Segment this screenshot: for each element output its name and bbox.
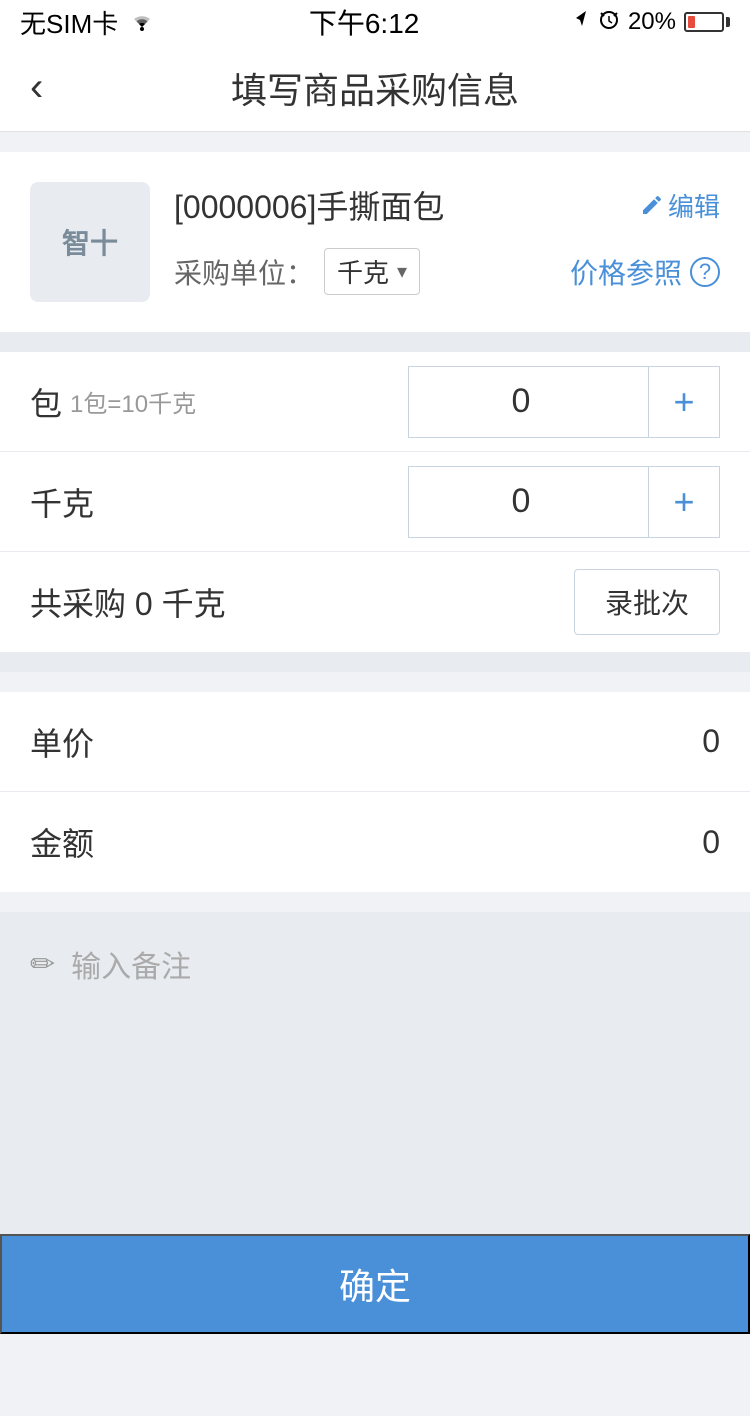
main-content: ‹ 填写商品采购信息 智十 [0000006]手撕面包 编辑 采购单位： [0, 44, 750, 1416]
summary-row: 共采购 0 千克 录批次 [0, 552, 750, 652]
input-section: 包 1包=10千克 + 千克 + [0, 352, 750, 552]
amount-row: 金额 0 [0, 792, 750, 892]
back-button[interactable]: ‹ [30, 65, 43, 110]
bag-input-row: 包 1包=10千克 + [0, 352, 750, 452]
edit-label: 编辑 [668, 187, 720, 224]
battery-text: 20% [628, 8, 676, 36]
status-bar-left: 无SIM卡 [20, 4, 156, 41]
amount-label: 金额 [30, 819, 94, 865]
nav-bar: ‹ 填写商品采购信息 [0, 44, 750, 132]
kg-label: 千克 [30, 479, 94, 525]
chevron-down-icon: ▾ [397, 259, 407, 284]
kg-input-row: 千克 + [0, 452, 750, 552]
unit-price-row: 单价 0 [0, 692, 750, 792]
location-icon [572, 8, 590, 36]
status-bar: 无SIM卡 下午6:12 20% [0, 0, 750, 44]
kg-plus-button[interactable]: + [648, 466, 720, 538]
product-logo: 智十 [62, 222, 118, 262]
unit-price-value: 0 [702, 723, 720, 760]
help-icon: ? [690, 257, 720, 287]
summary-text: 共采购 0 千克 [30, 579, 226, 625]
wifi-icon [128, 7, 156, 38]
product-name: [0000006]手撕面包 [174, 182, 444, 228]
unit-value: 千克 [337, 253, 389, 290]
price-ref-button[interactable]: 价格参照 ? [570, 252, 720, 292]
product-image: 智十 [30, 182, 150, 302]
alarm-icon [598, 8, 620, 37]
bag-sublabel: 1包=10千克 [70, 384, 196, 419]
kg-input-group: + [408, 466, 720, 538]
battery-icon [684, 12, 730, 32]
carrier-text: 无SIM卡 [20, 4, 118, 41]
confirm-button[interactable]: 确定 [0, 1234, 750, 1334]
bag-label: 包 [30, 379, 62, 425]
info-section: 单价 0 金额 0 [0, 692, 750, 892]
status-bar-time: 下午6:12 [309, 2, 420, 42]
status-bar-right: 20% [572, 8, 730, 37]
product-info: [0000006]手撕面包 编辑 采购单位： 千克 ▾ 价格 [174, 182, 720, 295]
product-unit-row: 采购单位： 千克 ▾ 价格参照 ? [174, 248, 720, 295]
product-card: 智十 [0000006]手撕面包 编辑 采购单位： 千克 ▾ [0, 152, 750, 332]
page-title: 填写商品采购信息 [231, 62, 519, 114]
pencil-icon: ✏ [30, 947, 55, 982]
bag-input-group: + [408, 366, 720, 438]
kg-input[interactable] [408, 466, 648, 538]
amount-value: 0 [702, 824, 720, 861]
bag-plus-button[interactable]: + [648, 366, 720, 438]
product-name-row: [0000006]手撕面包 编辑 [174, 182, 720, 228]
unit-selector[interactable]: 千克 ▾ [324, 248, 420, 295]
section-divider-1 [0, 332, 750, 352]
price-ref-label: 价格参照 [570, 252, 682, 292]
notes-placeholder: 输入备注 [71, 942, 191, 986]
batch-button[interactable]: 录批次 [574, 569, 720, 635]
section-divider-2 [0, 652, 750, 672]
unit-price-label: 单价 [30, 719, 94, 765]
edit-button[interactable]: 编辑 [640, 187, 720, 224]
unit-label: 采购单位： 千克 ▾ [174, 248, 420, 295]
notes-section[interactable]: ✏ 输入备注 [0, 912, 750, 1016]
bag-input[interactable] [408, 366, 648, 438]
